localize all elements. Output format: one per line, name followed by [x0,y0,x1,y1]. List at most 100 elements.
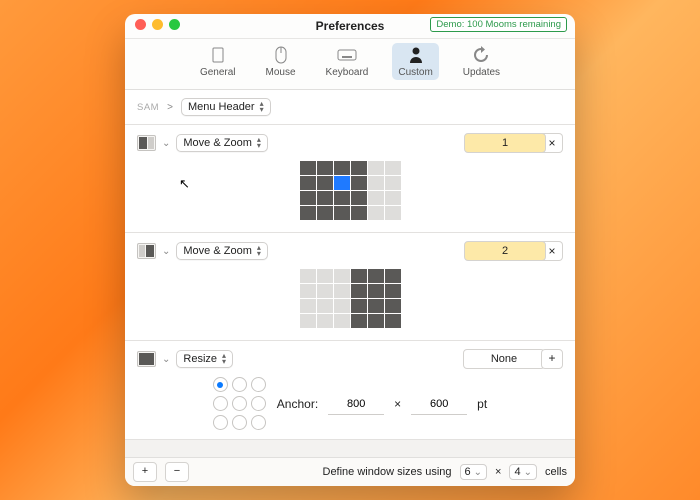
grid-cell[interactable] [300,269,316,283]
grid-cell[interactable] [317,176,333,190]
grid-cell[interactable] [368,161,384,175]
grid-cell[interactable] [300,314,316,328]
grid-cell[interactable] [300,284,316,298]
grid-cell[interactable] [300,206,316,220]
grid-cell[interactable] [351,161,367,175]
anchor-radio[interactable] [213,415,228,430]
titlebar: Preferences Demo: 100 Mooms remaining [125,14,575,39]
grid-cell[interactable] [334,161,350,175]
rows-popup[interactable]: 4⌄ [509,464,537,480]
grid-cell[interactable] [300,161,316,175]
anchor-radio[interactable] [213,377,228,392]
grid-cell[interactable] [385,299,401,313]
tab-custom[interactable]: Custom [392,43,438,80]
grid-cell[interactable] [368,176,384,190]
grid-cell[interactable] [385,161,401,175]
anchor-label: Anchor: [277,397,318,411]
add-shortcut-button[interactable]: + [541,349,563,369]
action-preview-icon [137,351,156,367]
anchor-radio[interactable] [251,396,266,411]
grid-cell[interactable] [351,314,367,328]
shortcut-field[interactable]: 1 × [464,133,563,153]
grid-cell[interactable] [368,269,384,283]
grid-cell[interactable] [317,191,333,205]
minimize-window-icon[interactable] [152,19,163,30]
grid-cell[interactable] [368,206,384,220]
grid-cell[interactable] [334,314,350,328]
grid-cell[interactable] [385,176,401,190]
mouse-icon [275,45,287,65]
anchor-radio[interactable] [232,415,247,430]
shortcut-field[interactable]: None + [463,349,563,369]
anchor-radios[interactable] [213,377,267,431]
tab-label: Keyboard [326,67,369,78]
grid-cell[interactable] [300,191,316,205]
cols-popup[interactable]: 6⌄ [460,464,488,480]
action-row-1: ⌄ Move & Zoom ▴▾ 1 × ↖ [125,125,575,233]
grid-cell[interactable] [351,191,367,205]
grid-cell[interactable] [385,191,401,205]
footer-text: Define window sizes using [323,466,452,478]
remove-action-button[interactable]: − [165,462,189,482]
tab-keyboard[interactable]: Keyboard [320,43,375,80]
window-controls [135,19,180,30]
chevron-down-icon[interactable]: ⌄ [162,138,170,149]
grid-cell[interactable] [317,284,333,298]
grid-cell[interactable] [334,299,350,313]
action-type-popup[interactable]: Resize ▴▾ [176,350,233,368]
grid-cell[interactable] [300,176,316,190]
action-type-popup[interactable]: Move & Zoom ▴▾ [176,134,267,152]
updates-icon [472,45,490,65]
anchor-radio[interactable] [251,377,266,392]
grid-cell[interactable] [351,299,367,313]
close-window-icon[interactable] [135,19,146,30]
grid-cell[interactable] [317,206,333,220]
grid-cell[interactable] [334,269,350,283]
grid-cell[interactable] [368,299,384,313]
clear-shortcut-button[interactable]: × [542,133,563,153]
grid-cell[interactable] [385,269,401,283]
grid-cell[interactable] [368,314,384,328]
grid-cell[interactable] [317,299,333,313]
grid-cell[interactable] [317,269,333,283]
tab-mouse[interactable]: Mouse [260,43,302,80]
grid-cell[interactable] [334,206,350,220]
grid-cell[interactable] [334,191,350,205]
grid-cell[interactable] [317,314,333,328]
grid-cell[interactable] [351,206,367,220]
tab-updates[interactable]: Updates [457,43,506,80]
anchor-radio[interactable] [232,396,247,411]
clear-shortcut-button[interactable]: × [542,241,563,261]
stepper-icon: ▴▾ [222,353,226,365]
tab-general[interactable]: General [194,43,242,80]
menu-header-popup[interactable]: Menu Header ▴▾ [181,98,271,116]
width-field[interactable] [328,394,384,415]
chevron-down-icon[interactable]: ⌄ [162,246,170,257]
anchor-radio[interactable] [232,377,247,392]
zoom-window-icon[interactable] [169,19,180,30]
grid-cell[interactable] [317,161,333,175]
grid-cell[interactable] [351,176,367,190]
unit-label: pt [477,397,487,411]
chevron-down-icon: ⌄ [524,467,532,478]
chevron-down-icon[interactable]: ⌄ [162,354,170,365]
add-action-button[interactable]: + [133,462,157,482]
zone-grid[interactable] [300,269,401,328]
grid-cell[interactable] [385,314,401,328]
grid-cell[interactable] [385,206,401,220]
grid-cell[interactable] [300,299,316,313]
toolbar: General Mouse Keyboard Custom Updates [125,39,575,90]
grid-cell[interactable] [368,191,384,205]
anchor-radio[interactable] [251,415,266,430]
grid-cell[interactable] [385,284,401,298]
zone-grid[interactable] [300,161,401,220]
action-type-popup[interactable]: Move & Zoom ▴▾ [176,242,267,260]
grid-cell[interactable] [334,176,350,190]
shortcut-field[interactable]: 2 × [464,241,563,261]
anchor-radio[interactable] [213,396,228,411]
grid-cell[interactable] [334,284,350,298]
height-field[interactable] [411,394,467,415]
grid-cell[interactable] [368,284,384,298]
grid-cell[interactable] [351,269,367,283]
grid-cell[interactable] [351,284,367,298]
